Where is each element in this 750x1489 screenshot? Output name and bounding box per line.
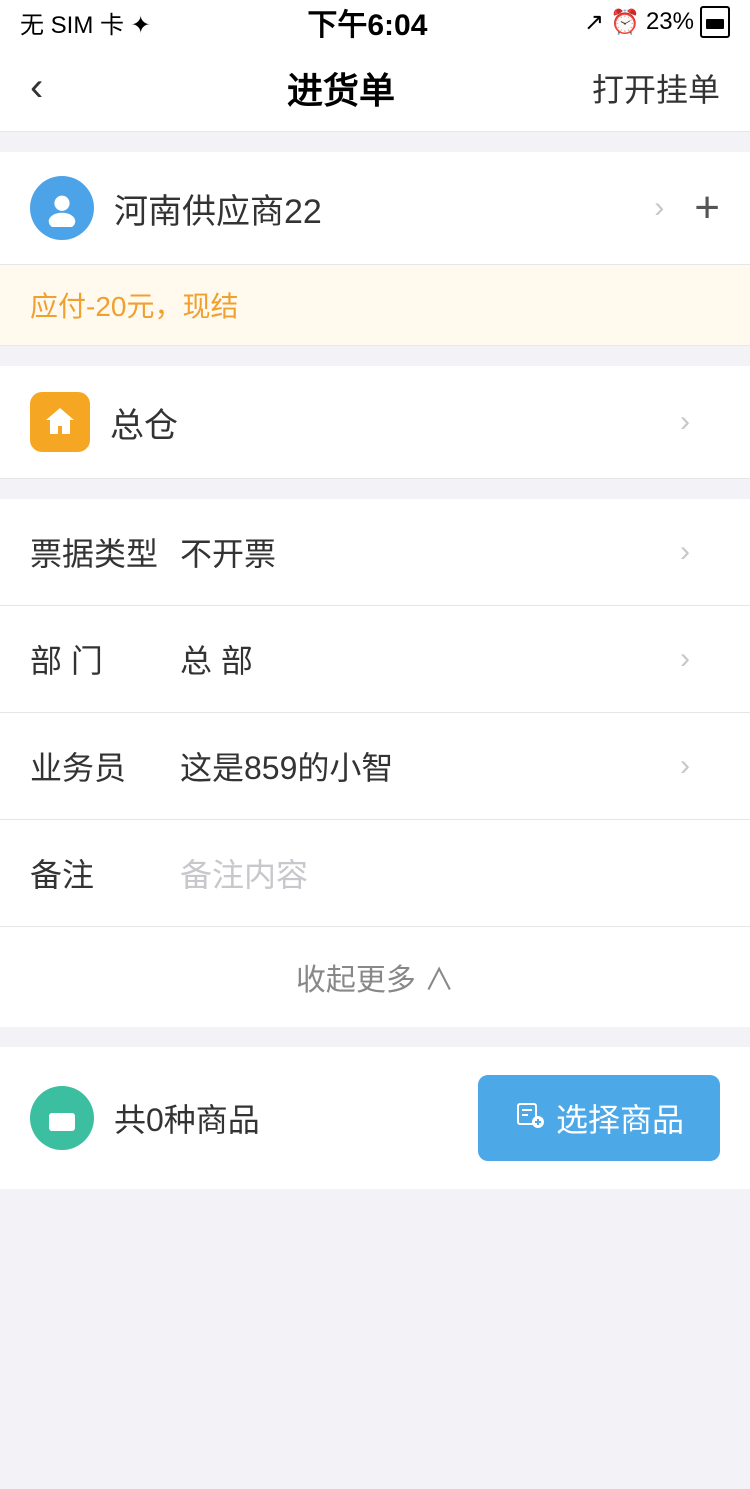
supplier-name: 河南供应商22 (114, 184, 654, 233)
products-count: 共0种商品 (114, 1095, 478, 1141)
department-value: 总 部 (180, 636, 680, 682)
select-label: 选择商品 (556, 1095, 684, 1141)
add-supplier-button[interactable]: + (694, 186, 720, 230)
salesperson-label: 业务员 (30, 743, 170, 789)
form-section: 票据类型 不开票 › 部 门 总 部 › 业务员 这是859的小智 › 备注 备… (0, 499, 750, 1027)
supplier-avatar (30, 176, 94, 240)
section-gap-1 (0, 132, 750, 152)
battery-icon (700, 6, 730, 38)
nav-bar: ‹ 进货单 打开挂单 (0, 44, 750, 132)
signal-text: 无 SIM 卡 ✦ (20, 5, 151, 40)
section-gap-3 (0, 479, 750, 499)
warehouse-icon (30, 392, 90, 452)
bottom-fill (0, 1189, 750, 1489)
invoice-type-chevron-icon: › (680, 535, 690, 569)
shopping-bag-icon (43, 1099, 81, 1137)
warehouse-name: 总仓 (110, 398, 680, 447)
products-section: 共0种商品 选择商品 (0, 1047, 750, 1189)
back-button[interactable]: ‹ (30, 65, 90, 110)
remark-row[interactable]: 备注 备注内容 (0, 820, 750, 927)
warehouse-section: 总仓 › (0, 366, 750, 479)
invoice-type-value: 不开票 (180, 529, 680, 575)
department-chevron-icon: › (680, 642, 690, 676)
page-title: 进货单 (287, 62, 395, 114)
remark-input[interactable]: 备注内容 (180, 850, 720, 896)
invoice-type-label: 票据类型 (30, 529, 170, 575)
person-icon (43, 189, 81, 227)
warehouse-row[interactable]: 总仓 › (0, 366, 750, 479)
location-icon: ↗ (584, 8, 604, 37)
supplier-chevron-icon: › (654, 191, 664, 225)
battery-text: 23% (646, 8, 694, 36)
department-row[interactable]: 部 门 总 部 › (0, 606, 750, 713)
select-icon (514, 1098, 546, 1138)
supplier-notice: 应付-20元，现结 (0, 265, 750, 346)
department-label: 部 门 (30, 636, 170, 682)
salesperson-row[interactable]: 业务员 这是859的小智 › (0, 713, 750, 820)
status-time: 下午6:04 (307, 0, 427, 44)
collapse-button[interactable]: 收起更多 ∧ (0, 927, 750, 1027)
salesperson-value: 这是859的小智 (180, 743, 680, 789)
products-icon (30, 1086, 94, 1150)
status-left: 无 SIM 卡 ✦ (20, 5, 151, 40)
status-bar: 无 SIM 卡 ✦ 下午6:04 ↗ ⏰ 23% (0, 0, 750, 44)
supplier-section: 河南供应商22 › + 应付-20元，现结 (0, 152, 750, 346)
select-products-button[interactable]: 选择商品 (478, 1075, 720, 1161)
warehouse-chevron-icon: › (680, 405, 690, 439)
invoice-type-row[interactable]: 票据类型 不开票 › (0, 499, 750, 606)
open-pending-button[interactable]: 打开挂单 (592, 65, 720, 111)
status-right: ↗ ⏰ 23% (584, 6, 730, 38)
supplier-row[interactable]: 河南供应商22 › + (0, 152, 750, 265)
remark-label: 备注 (30, 850, 170, 896)
salesperson-chevron-icon: › (680, 749, 690, 783)
alarm-icon: ⏰ (610, 8, 640, 37)
house-icon (42, 404, 78, 440)
section-gap-2 (0, 346, 750, 366)
